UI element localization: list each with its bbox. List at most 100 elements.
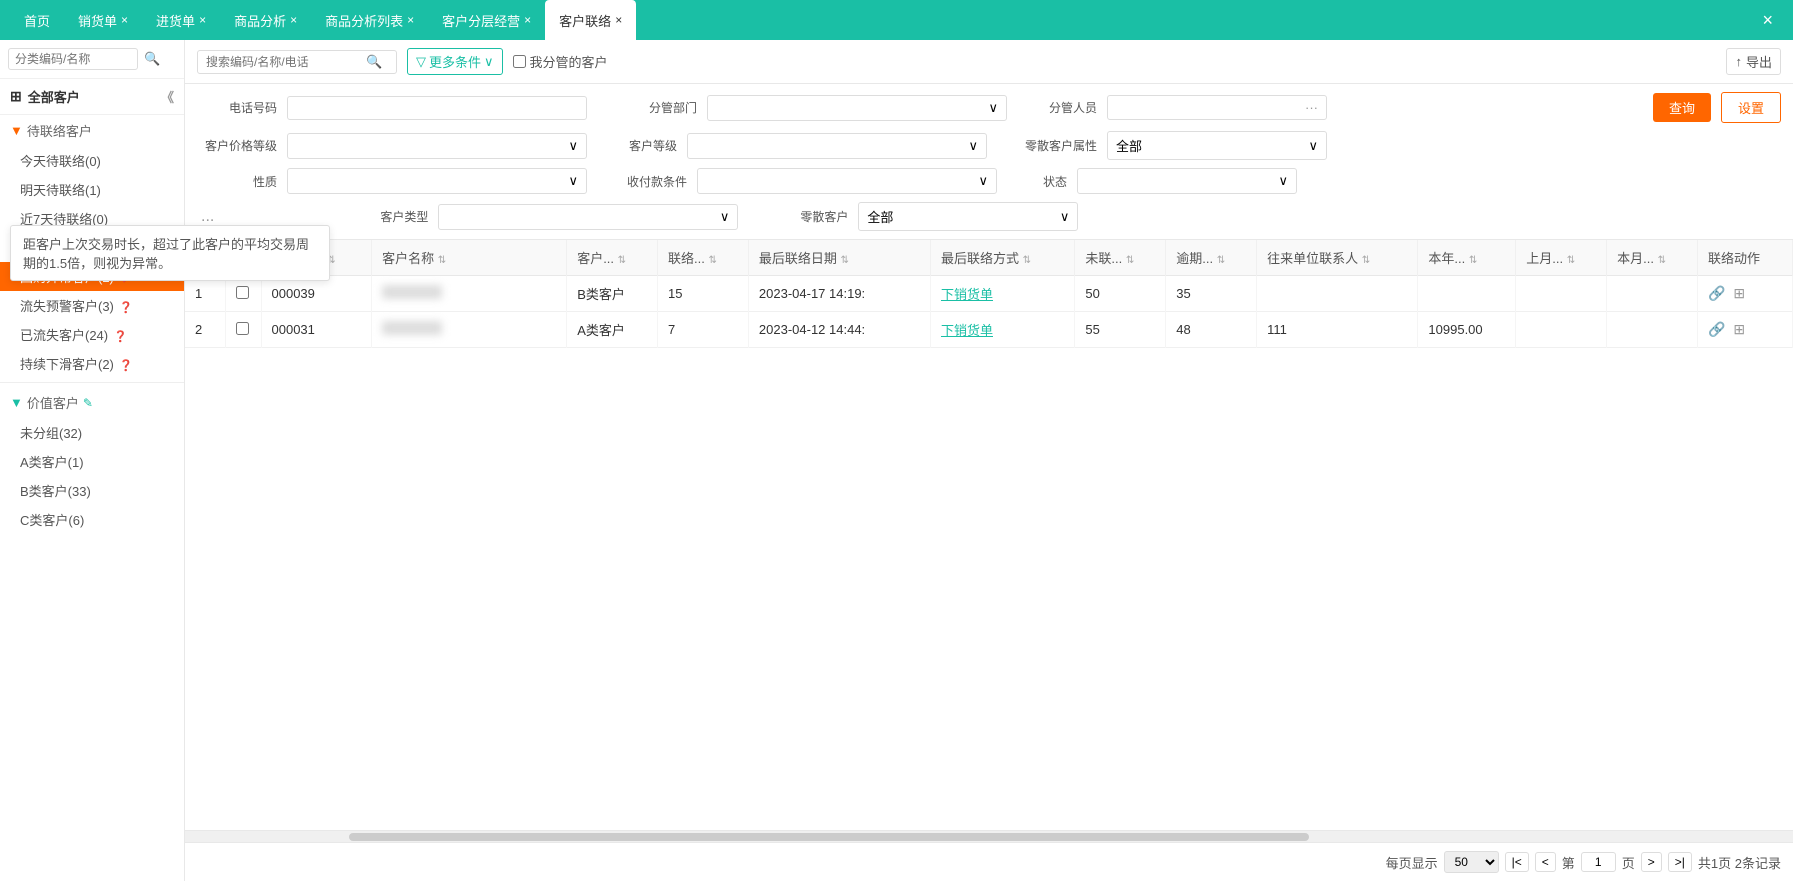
window-close-button[interactable]: × [1752, 10, 1783, 31]
nav-customer-contact-close[interactable]: × [615, 13, 622, 27]
main-search-input[interactable] [206, 55, 366, 69]
more-dots[interactable]: ... [197, 208, 218, 226]
col-overdue[interactable]: 逾期... ⇅ [1166, 240, 1257, 276]
col-last-contact-method[interactable]: 最后联络方式 ⇅ [930, 240, 1074, 276]
status-select[interactable]: ∨ [1077, 168, 1297, 194]
row2-last-method[interactable]: 下销货单 [930, 312, 1074, 348]
prev-page-btn[interactable]: < [1535, 852, 1556, 872]
nav-purchase[interactable]: 进货单 × [142, 0, 220, 40]
col-this-year[interactable]: 本年... ⇅ [1418, 240, 1516, 276]
sidebar-tomorrow-contact[interactable]: 明天待联络(1) [0, 175, 184, 204]
customer-grade-chevron: ∨ [968, 138, 978, 154]
scroll-bar-thumb[interactable] [349, 833, 1309, 841]
payment-select[interactable]: ∨ [697, 168, 997, 194]
col-contact-count[interactable]: 联络... ⇅ [658, 240, 749, 276]
per-page-select[interactable]: 50 20 100 [1444, 851, 1499, 873]
sidebar-value-group[interactable]: ▼ 价值客户 ✎ [0, 387, 184, 418]
nav-customer-tier[interactable]: 客户分层经营 × [428, 0, 545, 40]
row1-last-method[interactable]: 下销货单 [930, 276, 1074, 312]
table-scroll-bar[interactable] [185, 830, 1793, 842]
row1-grid-icon[interactable]: ⊞ [1733, 285, 1745, 302]
nav-customer-tier-close[interactable]: × [524, 13, 531, 27]
nav-sales-close[interactable]: × [121, 13, 128, 27]
row2-contact-count: 7 [658, 312, 749, 348]
customer-grade-select[interactable]: ∨ [687, 133, 987, 159]
row2-grid-icon[interactable]: ⊞ [1733, 321, 1745, 338]
per-page-label: 每页显示 [1386, 853, 1438, 872]
sidebar-lost-customers[interactable]: 已流失客户(24) ❓ [0, 320, 184, 349]
row1-last-date: 2023-04-17 14:19: [748, 276, 930, 312]
col-last-month[interactable]: 上月... ⇅ [1516, 240, 1607, 276]
sidebar-search-input[interactable] [8, 48, 138, 70]
row1-uncontacted: 50 [1075, 276, 1166, 312]
row1-checkbox[interactable] [236, 286, 249, 299]
sidebar-declining-customers[interactable]: 持续下滑客户(2) ❓ [0, 349, 184, 378]
this-month-sort-icon[interactable]: ⇅ [1658, 255, 1666, 266]
gender-select[interactable]: ∨ [287, 168, 587, 194]
last-page-btn[interactable]: >| [1668, 852, 1692, 872]
col-last-contact-date[interactable]: 最后联络日期 ⇅ [748, 240, 930, 276]
nav-analysis-list-close[interactable]: × [407, 13, 414, 27]
contact-count-sort-icon[interactable]: ⇅ [709, 255, 717, 266]
row2-link-icon[interactable]: 🔗 [1708, 321, 1725, 338]
grid-icon: ⊞ [10, 88, 22, 105]
nav-customer-contact[interactable]: 客户联络 × [545, 0, 636, 40]
sidebar-class-c[interactable]: C类客户(6) [0, 505, 184, 534]
sidebar-today-contact[interactable]: 今天待联络(0) [0, 146, 184, 175]
col-contacts[interactable]: 往来单位联系人 ⇅ [1257, 240, 1418, 276]
query-button[interactable]: 查询 [1653, 93, 1711, 122]
sidebar-all-customers[interactable]: ⊞ 全部客户 《 [0, 79, 184, 115]
uncontacted-sort-icon[interactable]: ⇅ [1126, 255, 1134, 266]
nav-sales[interactable]: 销货单 × [64, 0, 142, 40]
row2-checkbox[interactable] [236, 322, 249, 335]
sidebar-class-a[interactable]: A类客户(1) [0, 447, 184, 476]
sidebar-lost-warning[interactable]: 流失预警客户(3) ❓ [0, 291, 184, 320]
lost-info[interactable]: ❓ [113, 331, 127, 343]
row1-link-icon[interactable]: 🔗 [1708, 285, 1725, 302]
person-select[interactable]: ··· [1107, 95, 1327, 120]
more-conditions-btn[interactable]: ▽ 更多条件 ∨ [407, 48, 503, 75]
settings-button[interactable]: 设置 [1721, 92, 1781, 123]
customer-type-select[interactable]: ∨ [438, 204, 738, 230]
retail-customer-select[interactable]: 全部 ∨ [858, 202, 1078, 231]
last-method-sort-icon[interactable]: ⇅ [1023, 255, 1031, 266]
contacts-sort-icon[interactable]: ⇅ [1362, 255, 1370, 266]
nav-purchase-close[interactable]: × [199, 13, 206, 27]
price-grade-select[interactable]: ∨ [287, 133, 587, 159]
col-this-month[interactable]: 本月... ⇅ [1607, 240, 1698, 276]
row2-select[interactable] [225, 312, 261, 348]
value-edit-icon[interactable]: ✎ [83, 396, 93, 410]
col-type[interactable]: 客户... ⇅ [567, 240, 658, 276]
sidebar-ungrouped[interactable]: 未分组(32) [0, 418, 184, 447]
export-button[interactable]: ↑ 导出 [1726, 48, 1781, 75]
nav-analysis-close[interactable]: × [290, 13, 297, 27]
nav-home[interactable]: 首页 [10, 0, 64, 40]
sidebar-search-icon[interactable]: 🔍 [144, 51, 160, 67]
first-page-btn[interactable]: |< [1505, 852, 1529, 872]
type-sort-icon[interactable]: ⇅ [618, 255, 626, 266]
current-page-input[interactable] [1581, 852, 1616, 872]
col-name[interactable]: 客户名称 ⇅ [372, 240, 567, 276]
sidebar-class-b[interactable]: B类客户(33) [0, 476, 184, 505]
my-customer-check[interactable] [513, 55, 526, 68]
lost-warning-info[interactable]: ❓ [119, 302, 133, 314]
sidebar-pending-group[interactable]: ▼ 待联络客户 [0, 115, 184, 146]
dept-select[interactable]: ∨ [707, 95, 1007, 121]
retail-attr-select[interactable]: 全部 ∨ [1107, 131, 1327, 160]
year-sort-icon[interactable]: ⇅ [1469, 255, 1477, 266]
overdue-sort-icon[interactable]: ⇅ [1217, 255, 1225, 266]
nav-analysis[interactable]: 商品分析 × [220, 0, 311, 40]
last-month-sort-icon[interactable]: ⇅ [1567, 255, 1575, 266]
name-sort-icon[interactable]: ⇅ [438, 255, 446, 266]
next-page-btn[interactable]: > [1641, 852, 1662, 872]
declining-info[interactable]: ❓ [119, 360, 133, 372]
status-chevron: ∨ [1278, 173, 1288, 189]
main-search-icon[interactable]: 🔍 [366, 54, 382, 70]
col-uncontacted[interactable]: 未联... ⇅ [1075, 240, 1166, 276]
my-customer-checkbox[interactable]: 我分管的客户 [513, 52, 608, 71]
nav-analysis-list[interactable]: 商品分析列表 × [311, 0, 428, 40]
total-label: 共1页 2条记录 [1698, 853, 1781, 872]
phone-input[interactable] [287, 96, 587, 120]
last-date-sort-icon[interactable]: ⇅ [841, 255, 849, 266]
sidebar-collapse-btn[interactable]: 《 [161, 87, 174, 106]
